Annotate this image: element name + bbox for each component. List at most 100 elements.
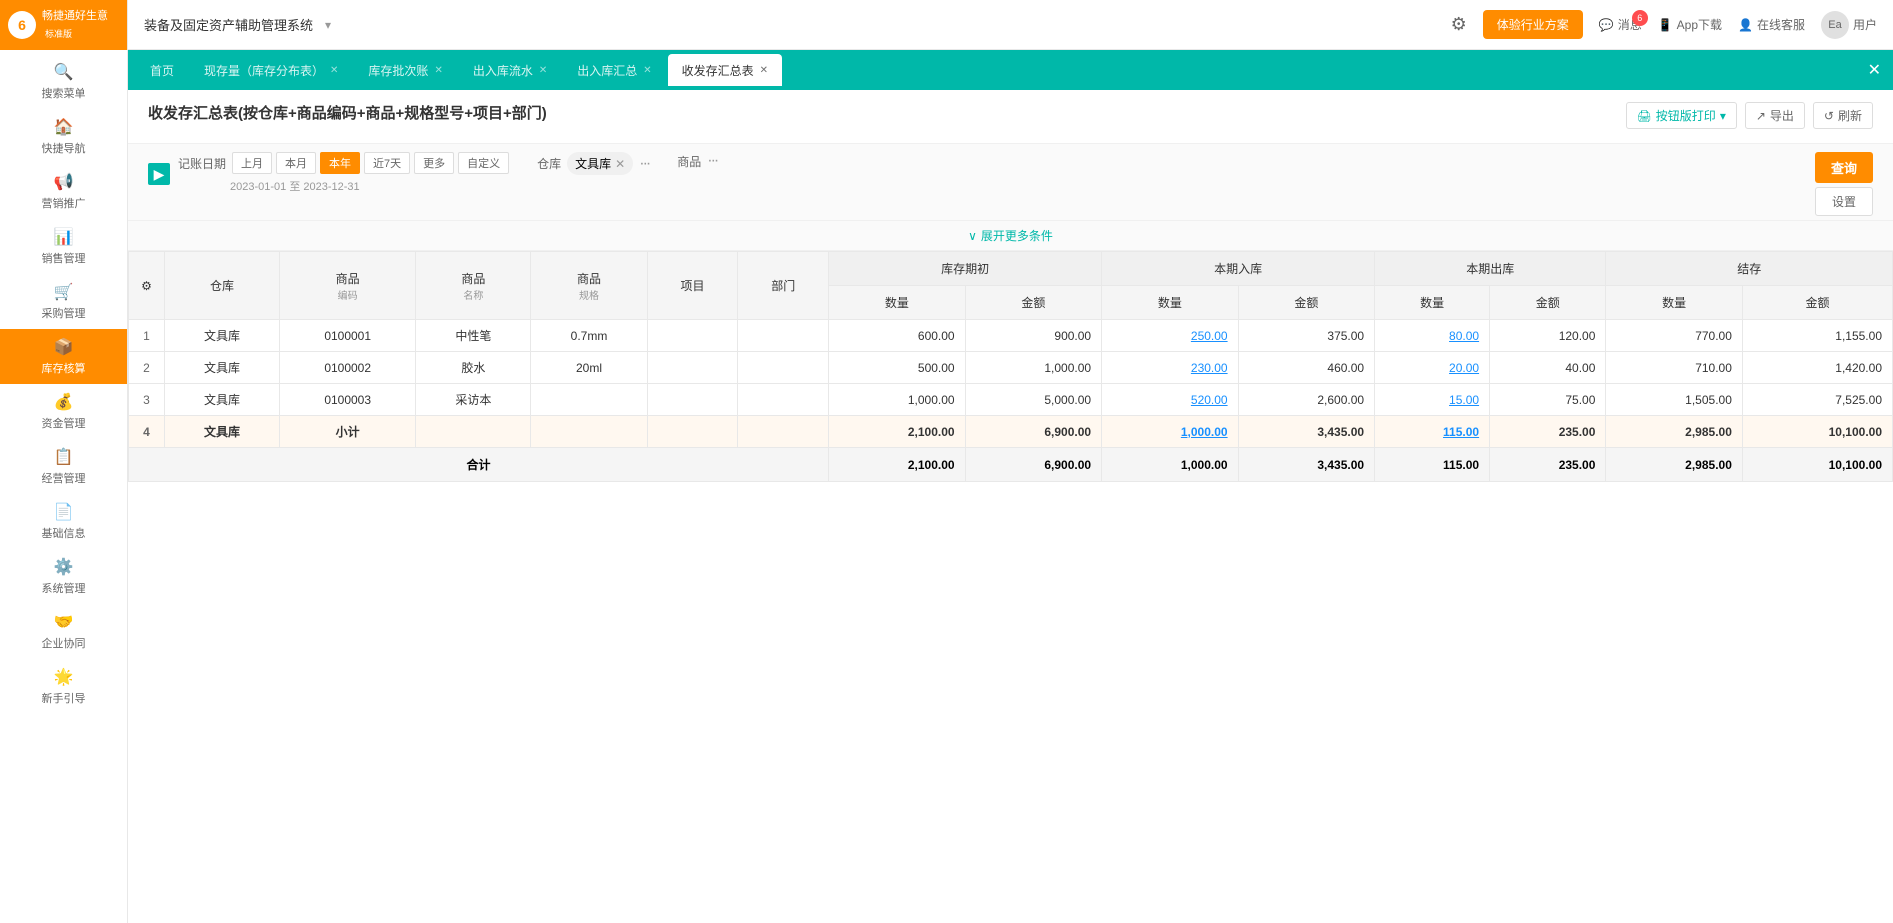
sidebar-item-finance[interactable]: 💰 资金管理: [0, 384, 127, 439]
expand-conditions-bar: ∨ 展开更多条件: [128, 221, 1893, 251]
warehouse-tag: 文具库 ✕: [567, 152, 633, 175]
sidebar: 6 畅捷通好生意 标准版 🔍 搜索菜单 🏠 快捷导航 📢 营销推广 📊 销售管理…: [0, 0, 128, 923]
row3-closing-qty: 1,505.00: [1606, 384, 1743, 416]
logo-name: 畅捷通好生意: [42, 9, 108, 23]
app-download-action[interactable]: 📱 App下载: [1658, 16, 1722, 33]
print-btn[interactable]: 🖨 按钮版打印 ▾: [1626, 102, 1737, 129]
th-out-qty: 数量: [1375, 286, 1490, 320]
sidebar-item-purchase[interactable]: 🛒 采购管理: [0, 274, 127, 329]
subtotal-opening-amt: 6,900.00: [965, 416, 1102, 448]
page-title: 收发存汇总表(按仓库+商品编码+商品+规格型号+项目+部门): [148, 102, 547, 123]
online-service-action[interactable]: 👤 在线客服: [1738, 16, 1805, 33]
online-service-label: 在线客服: [1757, 16, 1805, 33]
subtotal-col1: [416, 416, 531, 448]
export-btn[interactable]: ↗ 导出: [1745, 102, 1805, 129]
app-download-label: App下载: [1677, 16, 1722, 33]
sidebar-item-quick-nav[interactable]: 🏠 快捷导航: [0, 109, 127, 164]
setting-btn[interactable]: 设置: [1815, 187, 1873, 216]
date-btn-this-month[interactable]: 本月: [276, 152, 316, 174]
subtotal-in-qty[interactable]: 1,000.00: [1102, 416, 1239, 448]
expand-conditions-btn[interactable]: ∨ 展开更多条件: [968, 227, 1053, 244]
sidebar-label-system: 系统管理: [42, 580, 86, 596]
row3-out-qty[interactable]: 15.00: [1375, 384, 1490, 416]
sidebar-label-finance: 资金管理: [42, 415, 86, 431]
warehouse-more-btn[interactable]: ···: [639, 155, 649, 173]
row1-in-qty[interactable]: 250.00: [1102, 320, 1239, 352]
date-options: 上月 本月 本年 近7天 更多 自定义: [232, 152, 509, 174]
row1-out-qty[interactable]: 80.00: [1375, 320, 1490, 352]
page-content: 收发存汇总表(按仓库+商品编码+商品+规格型号+项目+部门) 🖨 按钮版打印 ▾…: [128, 90, 1893, 923]
tab-receive-send-summary-close[interactable]: ✕: [760, 65, 768, 76]
date-btn-this-year[interactable]: 本年: [320, 152, 360, 174]
row2-project: [647, 352, 738, 384]
row2-out-qty[interactable]: 20.00: [1375, 352, 1490, 384]
tab-inventory-dist-close[interactable]: ✕: [330, 65, 338, 76]
close-all-tabs-btn[interactable]: ✕: [1864, 56, 1885, 84]
tab-batch-account-close[interactable]: ✕: [434, 65, 442, 76]
enterprise-icon: 🤝: [54, 612, 74, 632]
date-btn-7days[interactable]: 近7天: [364, 152, 410, 174]
th-project: 项目: [647, 252, 738, 320]
sidebar-item-marketing[interactable]: 📢 营销推广: [0, 164, 127, 219]
tab-home-label: 首页: [150, 62, 174, 79]
tab-batch-account[interactable]: 库存批次账 ✕: [354, 54, 456, 86]
th-in: 本期入库: [1102, 252, 1375, 286]
tab-in-out-flow-close[interactable]: ✕: [539, 65, 547, 76]
tab-home[interactable]: 首页: [136, 54, 188, 86]
marketing-icon: 📢: [54, 172, 74, 192]
sidebar-item-basic-info[interactable]: 📄 基础信息: [0, 494, 127, 549]
date-btn-last-month[interactable]: 上月: [232, 152, 272, 174]
date-btn-custom[interactable]: 自定义: [458, 152, 509, 174]
subtotal-col4: [738, 416, 829, 448]
row2-in-qty[interactable]: 230.00: [1102, 352, 1239, 384]
subtotal-closing-amt: 10,100.00: [1742, 416, 1892, 448]
row3-product-name: 采访本: [416, 384, 531, 416]
export-icon: ↗: [1756, 109, 1766, 123]
footer-label: 合计: [129, 448, 829, 482]
table-row: 1 文具库 0100001 中性笔 0.7mm 600.00 900.00 25…: [129, 320, 1893, 352]
warehouse-value: 文具库: [575, 155, 611, 172]
subtotal-opening-qty: 2,100.00: [829, 416, 966, 448]
goods-more-btn[interactable]: ···: [707, 152, 717, 170]
tab-in-out-summary-close[interactable]: ✕: [643, 65, 651, 76]
th-product-name: 商品名称: [416, 252, 531, 320]
tab-receive-send-summary[interactable]: 收发存汇总表 ✕: [668, 54, 782, 86]
row3-in-qty[interactable]: 520.00: [1102, 384, 1239, 416]
sidebar-item-sales[interactable]: 📊 销售管理: [0, 219, 127, 274]
topbar-settings-btn[interactable]: ⚙: [1451, 14, 1467, 35]
inventory-icon: 📦: [54, 337, 74, 357]
message-icon: 💬: [1599, 18, 1614, 32]
sidebar-label-purchase: 采购管理: [42, 305, 86, 321]
tab-in-out-flow[interactable]: 出入库流水 ✕: [459, 54, 561, 86]
sidebar-item-system[interactable]: ⚙️ 系统管理: [0, 549, 127, 604]
tab-inventory-dist[interactable]: 现存量（库存分布表） ✕: [190, 54, 352, 86]
tabbar: 首页 现存量（库存分布表） ✕ 库存批次账 ✕ 出入库流水 ✕ 出入库汇总 ✕ …: [128, 50, 1893, 90]
sidebar-item-enterprise[interactable]: 🤝 企业协同: [0, 604, 127, 659]
user-action[interactable]: Ea 用户: [1821, 11, 1877, 39]
date-btn-more[interactable]: 更多: [414, 152, 454, 174]
th-opening-qty: 数量: [829, 286, 966, 320]
tab-in-out-summary[interactable]: 出入库汇总 ✕: [563, 54, 665, 86]
sidebar-label-marketing: 营销推广: [42, 195, 86, 211]
sidebar-item-operations[interactable]: 📋 经营管理: [0, 439, 127, 494]
query-btn[interactable]: 查询: [1815, 152, 1873, 183]
th-settings[interactable]: ⚙: [129, 252, 165, 320]
filter-toggle-btn[interactable]: ▶: [148, 163, 170, 185]
filter-toggle[interactable]: ▶: [148, 152, 170, 196]
subtotal-row: 4 文具库 小计 2,100.00 6,900.00 1,000.00 3,43…: [129, 416, 1893, 448]
row3-product-spec: [531, 384, 647, 416]
sidebar-item-search[interactable]: 🔍 搜索菜单: [0, 54, 127, 109]
logo-icon: 6: [8, 11, 36, 39]
warehouse-tag-close[interactable]: ✕: [615, 157, 625, 171]
sidebar-item-inventory[interactable]: 📦 库存核算: [0, 329, 127, 384]
table-container: ⚙ 仓库 商品编码 商品名称 商品规格 项目 部门 库存期初 本期入库 本期出库…: [128, 251, 1893, 482]
th-closing-qty: 数量: [1606, 286, 1743, 320]
row3-closing-amt: 7,525.00: [1742, 384, 1892, 416]
subtotal-out-qty[interactable]: 115.00: [1375, 416, 1490, 448]
main-area: 装备及固定资产辅助管理系统 ▾ ⚙ 体验行业方案 💬 消息 6 📱 App下载 …: [128, 0, 1893, 923]
trial-btn[interactable]: 体验行业方案: [1483, 10, 1583, 39]
row1-product-code: 0100001: [279, 320, 416, 352]
messages-action[interactable]: 💬 消息 6: [1599, 16, 1642, 33]
sidebar-item-guide[interactable]: 🌟 新手引导: [0, 659, 127, 714]
refresh-btn[interactable]: ↺ 刷新: [1813, 102, 1873, 129]
